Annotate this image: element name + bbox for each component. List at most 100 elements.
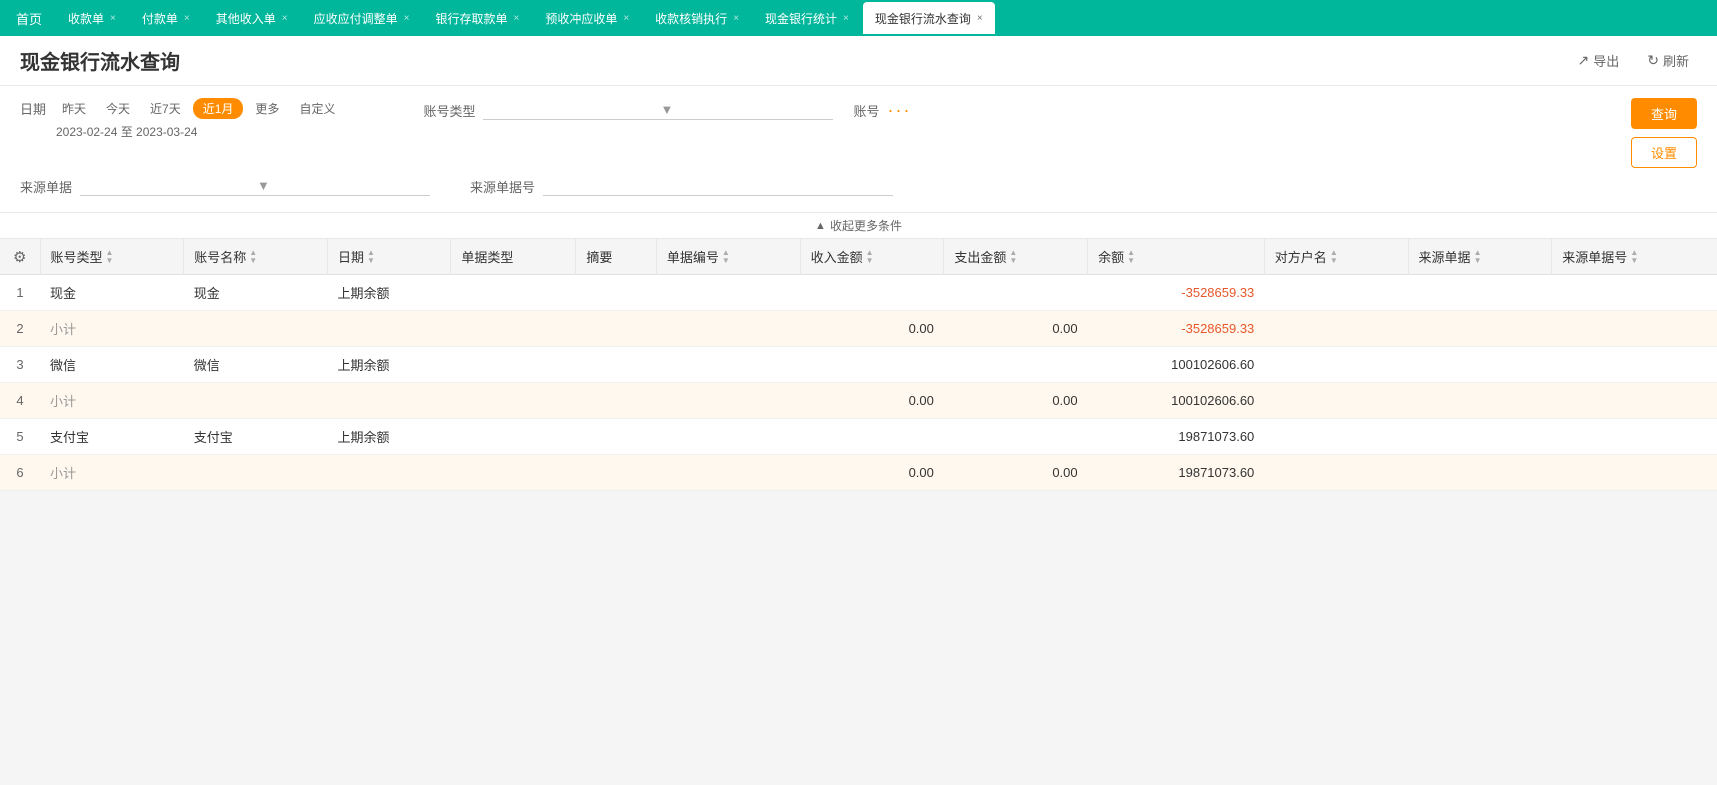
cell-expense bbox=[944, 419, 1088, 455]
source-doc-no-label: 来源单据号 bbox=[470, 177, 535, 196]
nav-tab-5[interactable]: 预收冲应收单 × bbox=[533, 2, 641, 34]
header-actions: ↗ 导出 ↻ 刷新 bbox=[1570, 47, 1698, 74]
nav-tab-2[interactable]: 其他收入单 × bbox=[204, 2, 300, 34]
date-btn-custom[interactable]: 自定义 bbox=[291, 98, 343, 119]
nav-tab-label-1: 付款单 bbox=[142, 10, 178, 27]
date-btn-1month[interactable]: 近1月 bbox=[193, 98, 244, 119]
account-type-select[interactable]: ▼ bbox=[483, 100, 833, 120]
cell-balance: -3528659.33 bbox=[1088, 275, 1265, 311]
source-doc-select[interactable]: ▼ bbox=[80, 176, 430, 196]
nav-tab-3[interactable]: 应收应付调整单 × bbox=[302, 2, 422, 34]
cell-summary bbox=[576, 383, 657, 419]
cell-doc-no bbox=[656, 275, 800, 311]
th-counterparty[interactable]: 对方户名 ▲▼ bbox=[1264, 239, 1408, 275]
export-button[interactable]: ↗ 导出 bbox=[1570, 47, 1628, 74]
nav-tab-close-7[interactable]: × bbox=[843, 13, 849, 24]
nav-tab-label-0: 收款单 bbox=[68, 10, 104, 27]
account-no-dots[interactable]: ··· bbox=[887, 100, 911, 121]
cell-doc-type bbox=[451, 383, 576, 419]
nav-tab-4[interactable]: 银行存取款单 × bbox=[423, 2, 531, 34]
cell-doc-type bbox=[451, 311, 576, 347]
cell-summary bbox=[576, 419, 657, 455]
refresh-icon: ↻ bbox=[1647, 52, 1659, 69]
cell-account-name: 微信 bbox=[184, 347, 328, 383]
th-gear[interactable]: ⚙ bbox=[0, 239, 40, 275]
nav-tab-8[interactable]: 现金银行流水查询 × bbox=[863, 2, 995, 34]
page-title: 现金银行流水查询 bbox=[20, 46, 180, 75]
nav-tab-close-5[interactable]: × bbox=[623, 13, 629, 24]
account-type-arrow-icon: ▼ bbox=[660, 102, 829, 117]
cell-summary bbox=[576, 347, 657, 383]
collapse-bar[interactable]: ▲ 收起更多条件 bbox=[0, 213, 1717, 239]
table-row: 5 支付宝 支付宝 上期余额 19871073.60 bbox=[0, 419, 1717, 455]
th-doc-no[interactable]: 单据编号 ▲▼ bbox=[656, 239, 800, 275]
cell-counterparty bbox=[1264, 275, 1408, 311]
date-btn-today[interactable]: 今天 bbox=[98, 98, 138, 119]
date-btn-7days[interactable]: 近7天 bbox=[142, 98, 189, 119]
cell-account-type: 小计 bbox=[40, 455, 184, 491]
cell-source-doc-no bbox=[1552, 419, 1717, 455]
th-expense[interactable]: 支出金额 ▲▼ bbox=[944, 239, 1088, 275]
nav-tab-label-6: 收款核销执行 bbox=[655, 10, 727, 27]
cell-date: 上期余额 bbox=[328, 275, 451, 311]
table-row: 4 小计 0.00 0.00 100102606.60 bbox=[0, 383, 1717, 419]
nav-tab-label-7: 现金银行统计 bbox=[765, 10, 837, 27]
cell-row-num: 4 bbox=[0, 383, 40, 419]
cell-doc-type bbox=[451, 347, 576, 383]
date-btn-more[interactable]: 更多 bbox=[247, 98, 287, 119]
nav-tab-7[interactable]: 现金银行统计 × bbox=[753, 2, 861, 34]
cell-row-num: 5 bbox=[0, 419, 40, 455]
th-balance[interactable]: 余额 ▲▼ bbox=[1088, 239, 1265, 275]
cell-doc-no bbox=[656, 311, 800, 347]
cell-balance: 100102606.60 bbox=[1088, 347, 1265, 383]
cell-source-doc-no bbox=[1552, 455, 1717, 491]
th-account-name[interactable]: 账号名称 ▲▼ bbox=[184, 239, 328, 275]
cell-doc-no bbox=[656, 347, 800, 383]
nav-tab-close-3[interactable]: × bbox=[404, 13, 410, 24]
settings-button[interactable]: 设置 bbox=[1631, 137, 1697, 168]
nav-tab-label-8: 现金银行流水查询 bbox=[875, 10, 971, 27]
cell-counterparty bbox=[1264, 419, 1408, 455]
th-source-doc-no[interactable]: 来源单据号 ▲▼ bbox=[1552, 239, 1717, 275]
th-account-type[interactable]: 账号类型 ▲▼ bbox=[40, 239, 184, 275]
cell-date bbox=[328, 455, 451, 491]
cell-account-name: 现金 bbox=[184, 275, 328, 311]
refresh-button[interactable]: ↻ 刷新 bbox=[1639, 47, 1697, 74]
th-summary: 摘要 bbox=[576, 239, 657, 275]
nav-tab-close-8[interactable]: × bbox=[977, 13, 983, 24]
query-button[interactable]: 查询 bbox=[1631, 98, 1697, 129]
nav-tab-6[interactable]: 收款核销执行 × bbox=[643, 2, 751, 34]
cell-expense: 0.00 bbox=[944, 311, 1088, 347]
date-range-display: 2023-02-24 至 2023-03-24 bbox=[56, 125, 197, 139]
source-doc-no-input[interactable] bbox=[543, 176, 893, 196]
cell-row-num: 2 bbox=[0, 311, 40, 347]
nav-tab-close-6[interactable]: × bbox=[733, 13, 739, 24]
th-source-doc[interactable]: 来源单据 ▲▼ bbox=[1408, 239, 1552, 275]
cell-expense: 0.00 bbox=[944, 455, 1088, 491]
nav-tab-0[interactable]: 收款单 × bbox=[56, 2, 128, 34]
cell-income: 0.00 bbox=[800, 455, 944, 491]
refresh-label: 刷新 bbox=[1663, 51, 1689, 70]
nav-tab-1[interactable]: 付款单 × bbox=[130, 2, 202, 34]
cell-income: 0.00 bbox=[800, 383, 944, 419]
cell-balance: 19871073.60 bbox=[1088, 419, 1265, 455]
table-row: 2 小计 0.00 0.00 -3528659.33 bbox=[0, 311, 1717, 347]
data-table: ⚙ 账号类型 ▲▼ 账号名称 ▲▼ 日期 bbox=[0, 239, 1717, 491]
nav-tab-close-0[interactable]: × bbox=[110, 13, 116, 24]
th-date[interactable]: 日期 ▲▼ bbox=[328, 239, 451, 275]
cell-source-doc bbox=[1408, 275, 1552, 311]
nav-tab-close-1[interactable]: × bbox=[184, 13, 190, 24]
nav-tab-close-2[interactable]: × bbox=[282, 13, 288, 24]
nav-home[interactable]: 首页 bbox=[4, 5, 54, 32]
cell-account-name bbox=[184, 383, 328, 419]
date-btn-yesterday[interactable]: 昨天 bbox=[54, 98, 94, 119]
nav-tab-label-5: 预收冲应收单 bbox=[545, 10, 617, 27]
nav-tab-close-4[interactable]: × bbox=[513, 13, 519, 24]
cell-account-type: 小计 bbox=[40, 383, 184, 419]
cell-income bbox=[800, 347, 944, 383]
cell-doc-type bbox=[451, 275, 576, 311]
gear-icon[interactable]: ⚙ bbox=[13, 249, 26, 266]
th-income[interactable]: 收入金额 ▲▼ bbox=[800, 239, 944, 275]
cell-source-doc bbox=[1408, 311, 1552, 347]
cell-counterparty bbox=[1264, 383, 1408, 419]
